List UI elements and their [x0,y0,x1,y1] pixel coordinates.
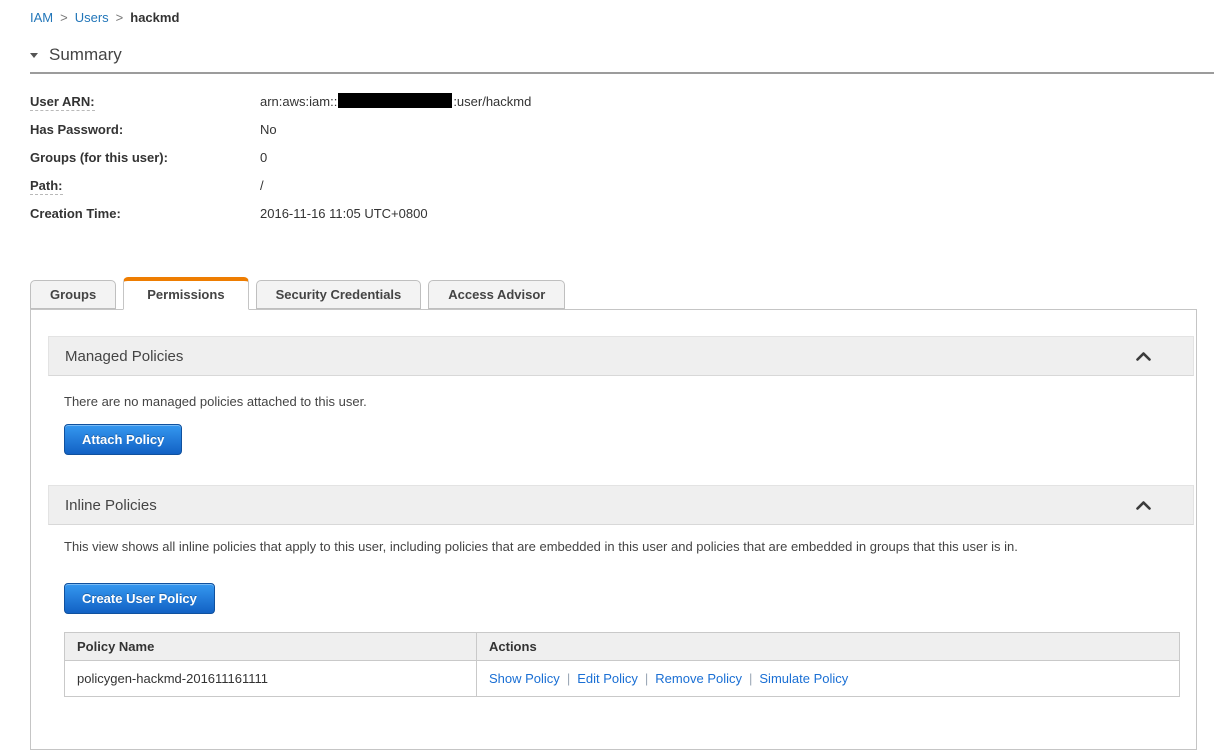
managed-policies-header[interactable]: Managed Policies [48,336,1194,376]
has-password-value: No [260,121,277,137]
show-policy-link[interactable]: Show Policy [489,671,560,686]
user-arn-value: arn:aws:iam:::user/hackmd [260,93,532,109]
summary-field-label: Has Password: [30,121,124,137]
remove-policy-link[interactable]: Remove Policy [655,671,742,686]
managed-policies-empty-text: There are no managed policies attached t… [64,394,367,409]
breadcrumb-separator: > [60,10,68,25]
tab-content-panel: Managed Policies There are no managed po… [30,309,1197,750]
creation-time-value: 2016-11-16 11:05 UTC+0800 [260,205,428,221]
tab-groups[interactable]: Groups [30,280,117,309]
inline-policies-description: This view shows all inline policies that… [64,539,1018,554]
inline-policies-header[interactable]: Inline Policies [48,485,1194,525]
summary-title: Summary [49,45,122,64]
column-header-policy-name: Policy Name [64,632,477,661]
summary-row: Groups (for this user): 0 [30,143,1214,171]
summary-row: Path: / [30,171,1214,199]
groups-count-value: 0 [260,149,268,165]
chevron-up-icon[interactable] [1136,351,1151,361]
summary-field-label: Path: [30,177,63,195]
inline-policies-table: Policy Name Actions policygen-hackmd-201… [64,632,1180,697]
table-header-row: Policy Name Actions [64,632,1180,661]
summary-row: Creation Time: 2016-11-16 11:05 UTC+0800 [30,199,1214,227]
edit-policy-link[interactable]: Edit Policy [577,671,638,686]
action-separator: | [644,671,649,686]
summary-divider [30,72,1214,74]
tab-security-credentials[interactable]: Security Credentials [255,280,422,309]
policy-actions-cell: Show Policy | Edit Policy | Remove Policy | Si… [476,660,1180,697]
managed-policies-title: Managed Policies [65,347,184,365]
policy-name-cell: policygen-hackmd-201611161111 [64,660,477,697]
breadcrumb-separator: > [115,10,124,25]
inline-policies-title: Inline Policies [65,496,157,514]
action-separator: | [566,671,571,686]
create-user-policy-button[interactable]: Create User Policy [64,583,215,614]
tab-permissions[interactable]: Permissions [123,277,249,310]
summary-fields: User ARN: arn:aws:iam:::user/hackmd Has … [30,87,1214,227]
tab-bar: Groups Permissions Security Credentials … [30,277,1214,310]
redaction-box [338,93,453,108]
breadcrumb-link-iam[interactable]: IAM [30,10,53,25]
breadcrumb: IAM > Users > hackmd [30,10,1214,25]
simulate-policy-link[interactable]: Simulate Policy [759,671,848,686]
summary-row: Has Password: No [30,115,1214,143]
summary-field-label: User ARN: [30,93,95,111]
action-separator: | [749,671,753,686]
breadcrumb-current: hackmd [130,10,180,25]
summary-field-label: Creation Time: [30,205,121,221]
summary-row: User ARN: arn:aws:iam:::user/hackmd [30,87,1214,115]
inline-policies-body: This view shows all inline policies that… [48,525,1194,723]
managed-policies-body: There are no managed policies attached t… [48,376,1194,485]
summary-field-label: Groups (for this user): [30,149,168,165]
summary-toggle-header[interactable]: Summary [30,45,1214,65]
column-header-actions: Actions [476,632,1180,661]
breadcrumb-link-users[interactable]: Users [75,10,109,25]
path-value: / [260,177,264,193]
caret-down-icon [30,52,38,58]
attach-policy-button[interactable]: Attach Policy [64,424,183,455]
table-row: policygen-hackmd-201611161111 Show Polic… [64,660,1180,697]
chevron-up-icon[interactable] [1136,500,1151,510]
tab-access-advisor[interactable]: Access Advisor [428,280,566,309]
